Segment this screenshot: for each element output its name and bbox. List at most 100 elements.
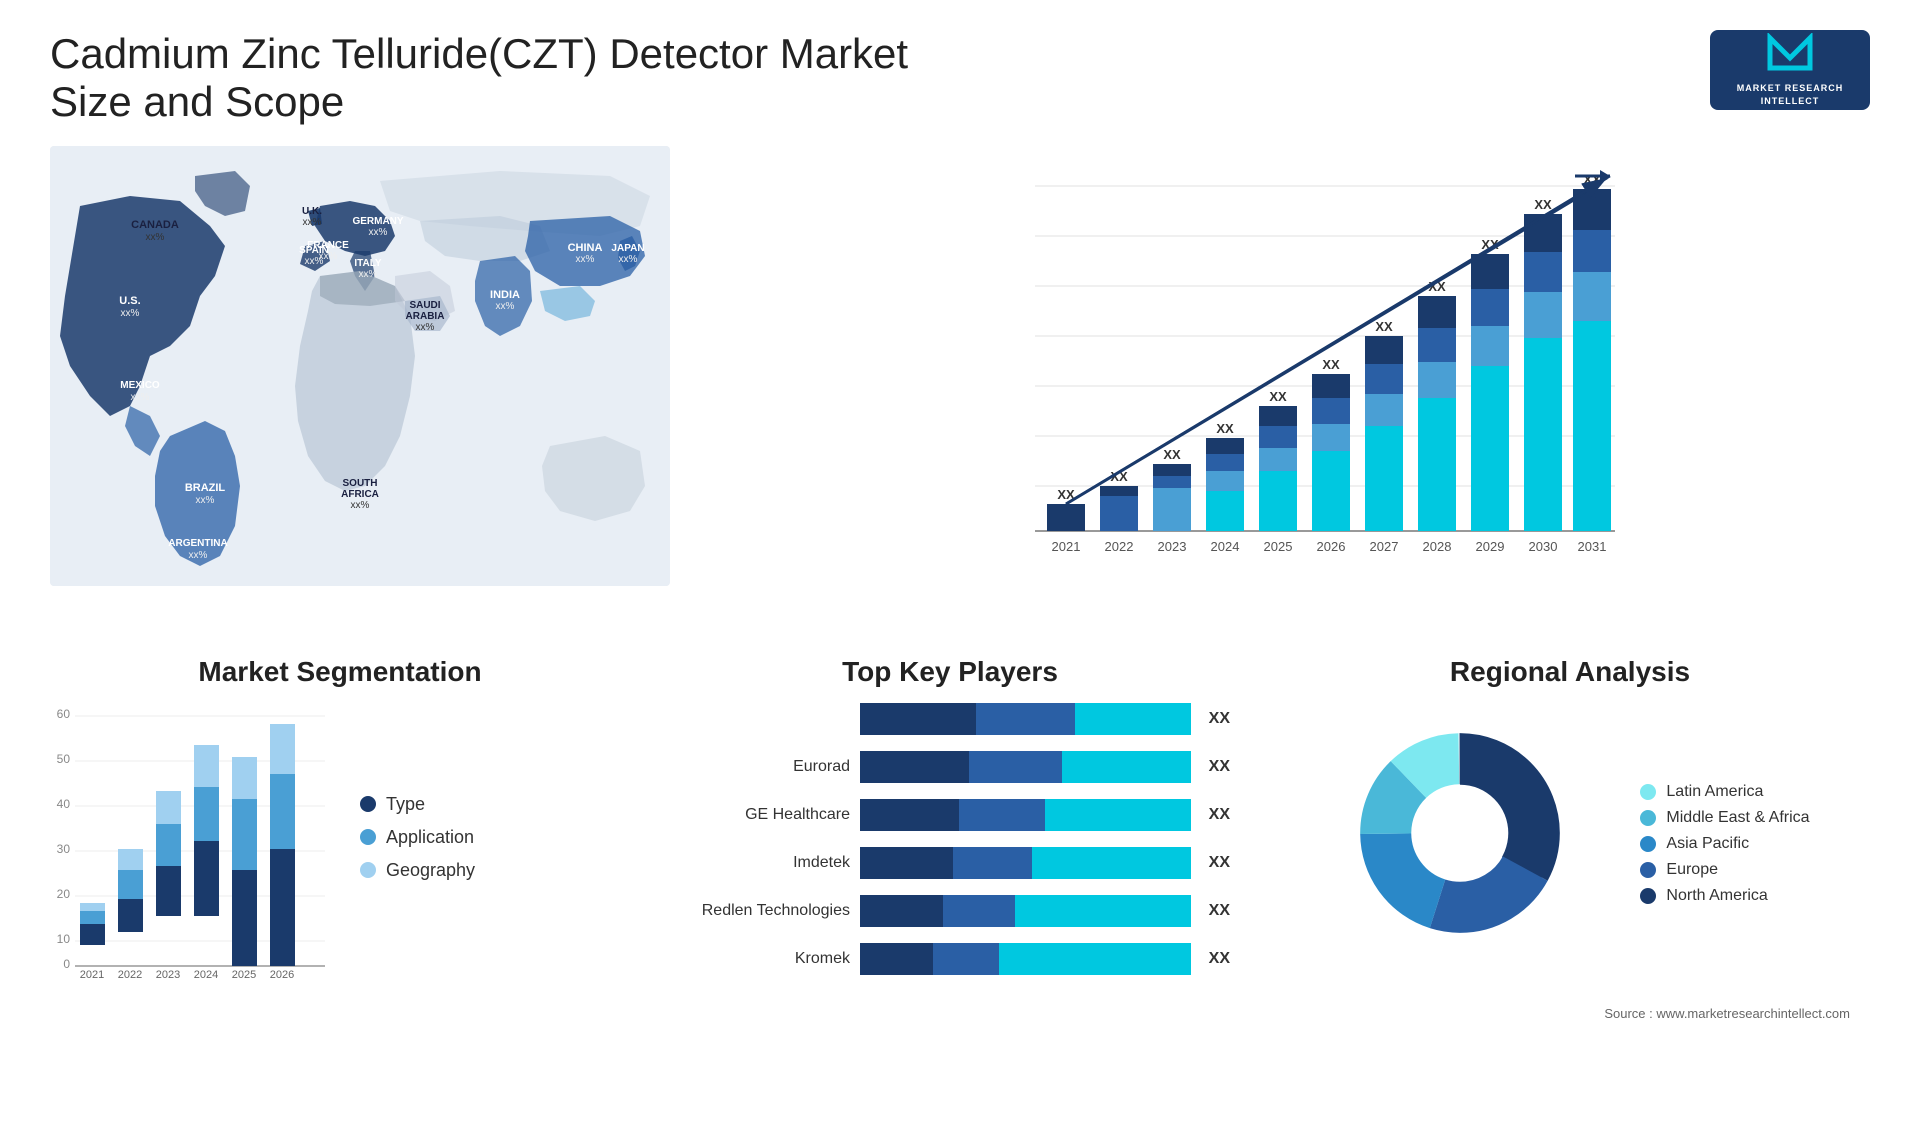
player-bar-kromek-3	[999, 943, 1191, 975]
regional-content: Latin America Middle East & Africa Asia …	[1330, 703, 1809, 983]
player-bar-imdetek	[860, 847, 1191, 879]
page-container: Cadmium Zinc Telluride(CZT) Detector Mar…	[0, 0, 1920, 1146]
svg-text:xx%: xx%	[619, 254, 638, 265]
player-row-eurorad: Eurorad XX	[670, 751, 1230, 783]
svg-text:0: 0	[63, 957, 70, 971]
svg-text:2022: 2022	[118, 969, 142, 981]
player-name-ge: GE Healthcare	[670, 806, 850, 824]
player-bar-0	[860, 703, 1191, 735]
svg-text:SAUDI: SAUDI	[409, 300, 440, 311]
player-bar-kromek-2	[933, 943, 999, 975]
logo-container: MARKET RESEARCH INTELLECT	[1710, 30, 1870, 110]
svg-text:2031: 2031	[1578, 539, 1607, 554]
main-grid: CANADA xx% U.S. xx% MEXICO xx% BRAZIL xx…	[50, 146, 1870, 991]
bottom-grid: Market Segmentation 60 50 40 30 20 10 0	[50, 656, 1870, 991]
regional-label-north-america: North America	[1666, 887, 1767, 905]
legend-dot-geography	[360, 862, 376, 878]
svg-text:2029: 2029	[1476, 539, 1505, 554]
player-bar-redlen-3	[1015, 895, 1190, 927]
svg-text:SPAIN: SPAIN	[299, 245, 329, 256]
svg-text:BRAZIL: BRAZIL	[185, 482, 226, 494]
seg-chart-container: 60 50 40 30 20 10 0	[50, 703, 630, 983]
svg-text:2026: 2026	[1317, 539, 1346, 554]
player-bar-seg-dark	[860, 703, 976, 735]
bar-chart-section: 2021 XX 2022 XX 2023 XX 2024 XX	[720, 146, 1870, 626]
player-xx-redlen: XX	[1209, 902, 1230, 920]
svg-text:xx%: xx%	[359, 269, 378, 280]
svg-text:ITALY: ITALY	[354, 258, 382, 269]
svg-text:2021: 2021	[80, 969, 104, 981]
svg-text:2026: 2026	[270, 969, 294, 981]
seg-legend: Type Application Geography	[360, 794, 630, 893]
player-bar-ge-1	[860, 799, 959, 831]
players-title: Top Key Players	[670, 656, 1230, 688]
regional-item-north-america: North America	[1640, 887, 1809, 905]
seg-bar-chart: 60 50 40 30 20 10 0	[50, 703, 330, 983]
legend-geography: Geography	[360, 860, 630, 881]
svg-text:2022: 2022	[1105, 539, 1134, 554]
donut-chart	[1330, 703, 1610, 983]
svg-text:XX: XX	[1163, 447, 1181, 462]
regional-dot-north-america	[1640, 888, 1656, 904]
legend-dot-type	[360, 796, 376, 812]
map-section: CANADA xx% U.S. xx% MEXICO xx% BRAZIL xx…	[50, 146, 700, 626]
player-name-redlen: Redlen Technologies	[670, 902, 850, 920]
svg-text:AFRICA: AFRICA	[341, 489, 379, 500]
svg-text:2027: 2027	[1370, 539, 1399, 554]
world-map-svg: CANADA xx% U.S. xx% MEXICO xx% BRAZIL xx…	[50, 146, 670, 586]
svg-text:SOUTH: SOUTH	[343, 478, 378, 489]
regional-legend: Latin America Middle East & Africa Asia …	[1640, 783, 1809, 913]
svg-text:2023: 2023	[1158, 539, 1187, 554]
regional-dot-latin	[1640, 784, 1656, 800]
bar-chart-svg: 2021 XX 2022 XX 2023 XX 2024 XX	[740, 156, 1870, 596]
svg-text:JAPAN: JAPAN	[611, 243, 644, 254]
svg-text:U.S.: U.S.	[119, 295, 140, 307]
player-name-kromek: Kromek	[670, 950, 850, 968]
player-xx-ge: XX	[1209, 806, 1230, 824]
svg-text:xx%: xx%	[189, 550, 208, 561]
svg-text:XX: XX	[1534, 197, 1552, 212]
player-row-imdetek: Imdetek XX	[670, 847, 1230, 879]
legend-application: Application	[360, 827, 630, 848]
segmentation-title: Market Segmentation	[50, 656, 630, 688]
player-row-kromek: Kromek XX	[670, 943, 1230, 975]
player-row-ge: GE Healthcare XX	[670, 799, 1230, 831]
svg-text:GERMANY: GERMANY	[352, 216, 403, 227]
svg-text:20: 20	[57, 887, 71, 901]
logo-letter	[1765, 33, 1815, 82]
regional-dot-europe	[1640, 862, 1656, 878]
svg-text:30: 30	[57, 842, 71, 856]
svg-text:xx%: xx%	[305, 256, 324, 267]
player-xx-imdetek: XX	[1209, 854, 1230, 872]
player-row-0: XX	[670, 703, 1230, 735]
player-bar-redlen-2	[943, 895, 1016, 927]
svg-text:2023: 2023	[156, 969, 180, 981]
svg-text:10: 10	[57, 932, 71, 946]
player-name-eurorad: Eurorad	[670, 758, 850, 776]
player-bar-redlen-1	[860, 895, 943, 927]
page-title: Cadmium Zinc Telluride(CZT) Detector Mar…	[50, 30, 950, 126]
svg-text:xx%: xx%	[351, 500, 370, 511]
player-bar-ge-3	[1045, 799, 1190, 831]
regional-dot-asia	[1640, 836, 1656, 852]
regional-label-latin: Latin America	[1666, 783, 1763, 801]
regional-item-latin: Latin America	[1640, 783, 1809, 801]
svg-text:xx%: xx%	[131, 392, 150, 403]
svg-text:2024: 2024	[194, 969, 218, 981]
svg-text:60: 60	[57, 707, 71, 721]
svg-text:xx%: xx%	[576, 254, 595, 265]
svg-text:xx%: xx%	[303, 217, 322, 228]
svg-text:xx%: xx%	[496, 301, 515, 312]
svg-text:XX: XX	[1583, 172, 1601, 187]
regional-item-asia: Asia Pacific	[1640, 835, 1809, 853]
svg-text:CANADA: CANADA	[131, 219, 179, 231]
legend-label-application: Application	[386, 827, 474, 848]
player-bar-kromek-1	[860, 943, 933, 975]
donut-svg	[1330, 703, 1590, 963]
players-list: XX Eurorad XX GE Healthcare	[670, 703, 1230, 975]
player-bar-seg-3	[1062, 751, 1191, 783]
source-line: Source : www.marketresearchintellect.com	[50, 1006, 1870, 1021]
player-bar-seg-1	[860, 751, 969, 783]
regional-label-asia: Asia Pacific	[1666, 835, 1749, 853]
svg-text:XX: XX	[1322, 357, 1340, 372]
